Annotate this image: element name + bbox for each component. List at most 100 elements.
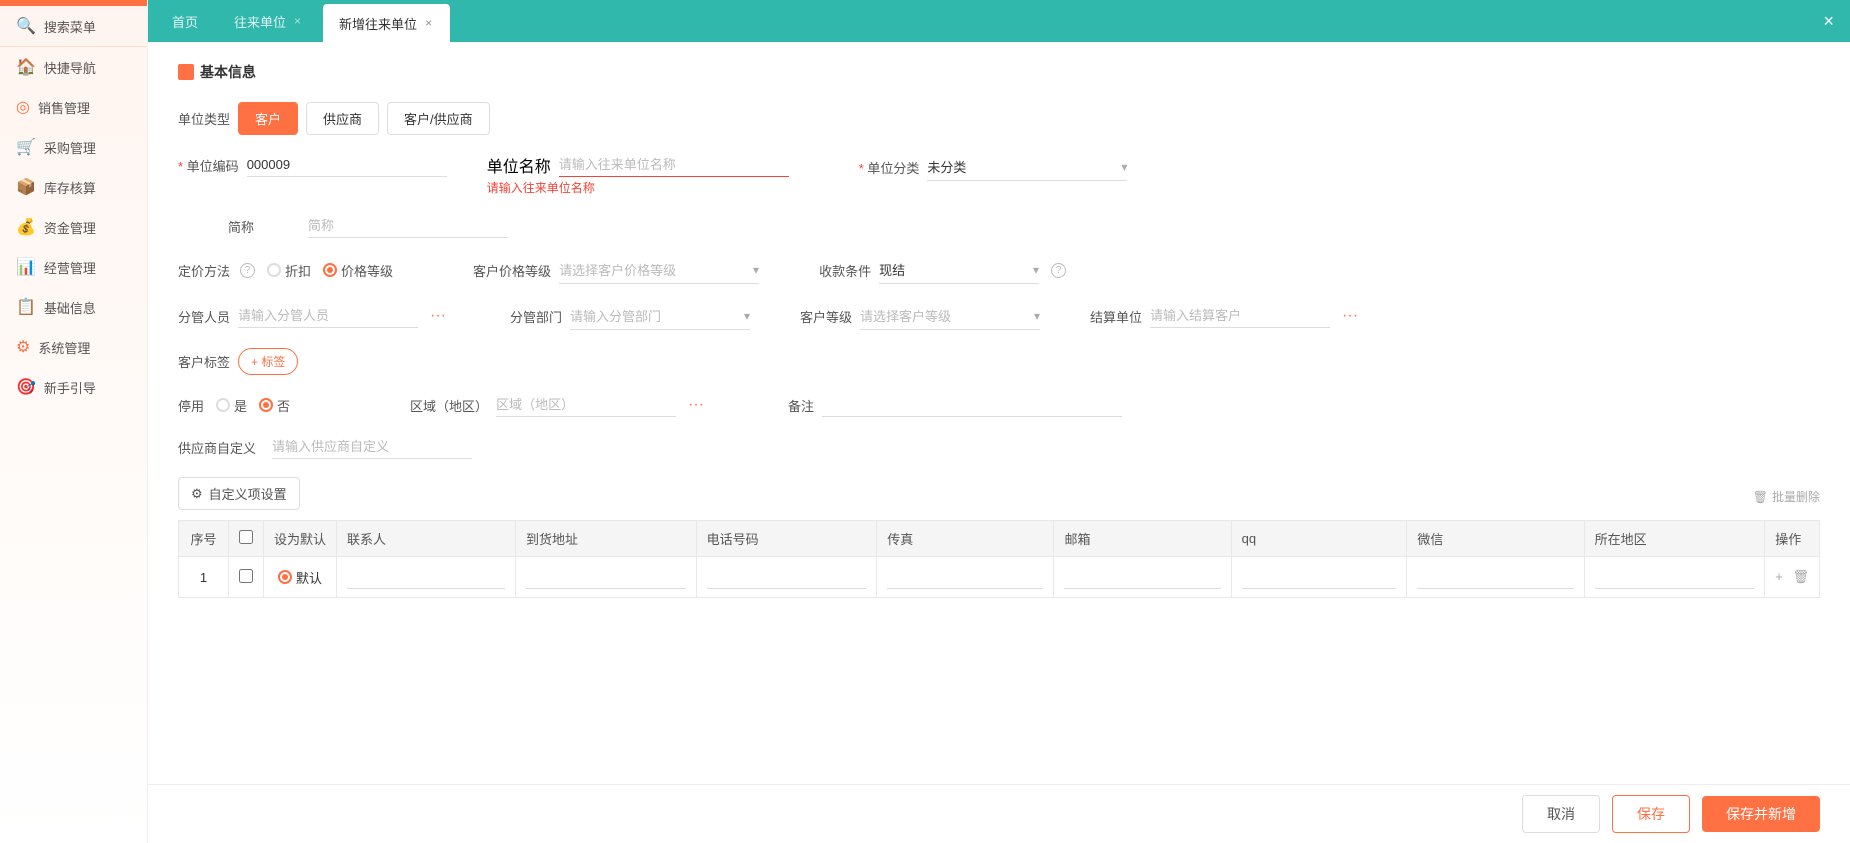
radio-discount[interactable] (267, 263, 281, 277)
region-input[interactable] (496, 393, 676, 417)
phone-input[interactable] (707, 565, 867, 589)
address-input[interactable] (526, 565, 686, 589)
add-row-btn[interactable]: + (1775, 569, 1783, 584)
cell-contact[interactable] (337, 557, 516, 598)
window-close-button[interactable]: × (1815, 11, 1842, 32)
sidebar: 🔍 搜索菜单 🏠 快捷导航 ◎ 销售管理 🛒 采购管理 📦 库存核算 💰 资金管… (0, 0, 148, 843)
disable-label: 停用 (178, 396, 204, 415)
region-input-row[interactable] (1595, 565, 1755, 589)
settlement-more-btn[interactable]: ··· (1338, 307, 1362, 325)
btn-supplier[interactable]: 供应商 (306, 102, 379, 135)
region-more-btn[interactable]: ··· (684, 396, 708, 414)
radio-discount-label[interactable]: 折扣 (267, 261, 311, 280)
radio-no-label[interactable]: 否 (259, 396, 290, 415)
radio-yes-label[interactable]: 是 (216, 396, 247, 415)
row-checkbox[interactable] (239, 569, 253, 583)
supplier-custom-row: 供应商自定义 (178, 435, 1820, 459)
cancel-button[interactable]: 取消 (1522, 795, 1600, 833)
sidebar-item-sales[interactable]: ◎ 销售管理 (0, 87, 147, 127)
batch-delete-label: 批量删除 (1772, 488, 1820, 505)
supplier-custom-input[interactable] (272, 435, 472, 459)
sidebar-item-inventory[interactable]: 📦 库存核算 (0, 167, 147, 207)
bottom-bar: 取消 保存 保存并新增 (148, 784, 1850, 843)
manager-more-btn[interactable]: ··· (426, 307, 450, 325)
col-no: 序号 (179, 521, 229, 557)
qq-input[interactable] (1242, 565, 1397, 589)
settlement-input[interactable] (1150, 304, 1330, 328)
wechat-input[interactable] (1417, 565, 1573, 589)
sidebar-item-quick-nav[interactable]: 🏠 快捷导航 (0, 47, 147, 87)
col-contact: 联系人 (337, 521, 516, 557)
row-default-radio[interactable] (278, 570, 292, 584)
save-button[interactable]: 保存 (1612, 795, 1690, 833)
row-default-radio-label[interactable]: 默认 (274, 568, 326, 587)
remark-label: 备注 (788, 396, 814, 415)
col-checkbox[interactable] (229, 521, 264, 557)
contact-input[interactable] (347, 565, 505, 589)
unit-category-value: 未分类 (927, 157, 966, 176)
radio-no-text: 否 (277, 396, 290, 415)
pricing-method-field: 定价方法 ? 折扣 价格等级 (178, 261, 393, 280)
delete-row-btn[interactable]: 🗑 (1792, 569, 1809, 584)
department-select[interactable]: 请输入分管部门 ▾ (570, 302, 750, 330)
radio-disable-no[interactable] (259, 398, 273, 412)
sidebar-item-operations[interactable]: 📊 经营管理 (0, 247, 147, 287)
sidebar-item-purchase[interactable]: 🛒 采购管理 (0, 127, 147, 167)
customer-level-placeholder: 请选择客户等级 (860, 306, 951, 325)
tab-partners-close[interactable]: × (292, 12, 303, 30)
short-name-input[interactable] (308, 214, 508, 238)
tab-partners[interactable]: 往来单位 × (218, 4, 319, 38)
remark-input[interactable] (822, 393, 1122, 417)
payment-terms-select[interactable]: 现结 ▾ (879, 256, 1039, 284)
save-new-button[interactable]: 保存并新增 (1702, 796, 1820, 832)
select-all-checkbox[interactable] (239, 530, 253, 544)
payment-terms-help-icon[interactable]: ? (1051, 263, 1066, 278)
customer-level-select[interactable]: 请选择客户等级 ▾ (860, 302, 1040, 330)
manager-input[interactable] (238, 304, 418, 328)
sidebar-item-guide[interactable]: 🎯 新手引导 (0, 367, 147, 407)
email-input[interactable] (1064, 565, 1220, 589)
short-name-field: 简称 (178, 214, 508, 238)
cell-region[interactable] (1584, 557, 1765, 598)
cell-fax[interactable] (877, 557, 1054, 598)
sidebar-item-basic-info[interactable]: 📋 基础信息 (0, 287, 147, 327)
remark-field: 备注 (788, 393, 1122, 417)
tab-home[interactable]: 首页 (156, 4, 214, 38)
unit-code-input[interactable]: 000009 (247, 153, 447, 177)
tab-new-partner[interactable]: 新增往来单位 × (323, 4, 450, 42)
custom-settings-btn[interactable]: ⚙ 自定义项设置 (178, 477, 300, 510)
sidebar-item-label: 采购管理 (44, 138, 96, 157)
sidebar-search[interactable]: 🔍 搜索菜单 (0, 6, 147, 47)
col-email: 邮箱 (1054, 521, 1231, 557)
cell-email[interactable] (1054, 557, 1231, 598)
add-tag-btn[interactable]: + 标签 (238, 348, 298, 375)
btn-both[interactable]: 客户/供应商 (387, 102, 490, 135)
radio-disable-yes[interactable] (216, 398, 230, 412)
sidebar-item-finance[interactable]: 💰 资金管理 (0, 207, 147, 247)
fax-input[interactable] (887, 565, 1043, 589)
cell-qq[interactable] (1231, 557, 1407, 598)
customer-tag-label: 客户标签 (178, 352, 230, 371)
cell-wechat[interactable] (1407, 557, 1584, 598)
sidebar-item-label: 系统管理 (38, 338, 90, 357)
radio-price-level[interactable] (323, 263, 337, 277)
short-name-label: 简称 (228, 217, 262, 236)
unit-category-select[interactable]: 未分类 ▾ (927, 153, 1127, 181)
cell-checkbox[interactable] (229, 557, 264, 598)
sidebar-item-system[interactable]: ⚙ 系统管理 (0, 327, 147, 367)
batch-delete-btn[interactable]: 🗑 批量删除 (1753, 488, 1820, 505)
cell-address[interactable] (515, 557, 696, 598)
cell-phone[interactable] (696, 557, 877, 598)
pricing-help-icon[interactable]: ? (240, 263, 255, 278)
unit-code-field: 单位编码 000009 (178, 153, 447, 177)
customer-price-select[interactable]: 请选择客户价格等级 ▾ (559, 256, 759, 284)
tab-new-partner-close[interactable]: × (423, 14, 434, 32)
region-field: 区域（地区） ··· (410, 393, 708, 417)
unit-name-input[interactable] (559, 153, 789, 177)
unit-type-label: 单位类型 (178, 109, 230, 128)
tab-home-label: 首页 (172, 12, 198, 31)
radio-price-level-label[interactable]: 价格等级 (323, 261, 393, 280)
settings-gear-icon: ⚙ (191, 486, 203, 502)
btn-customer[interactable]: 客户 (238, 102, 298, 135)
col-address: 到货地址 (515, 521, 696, 557)
